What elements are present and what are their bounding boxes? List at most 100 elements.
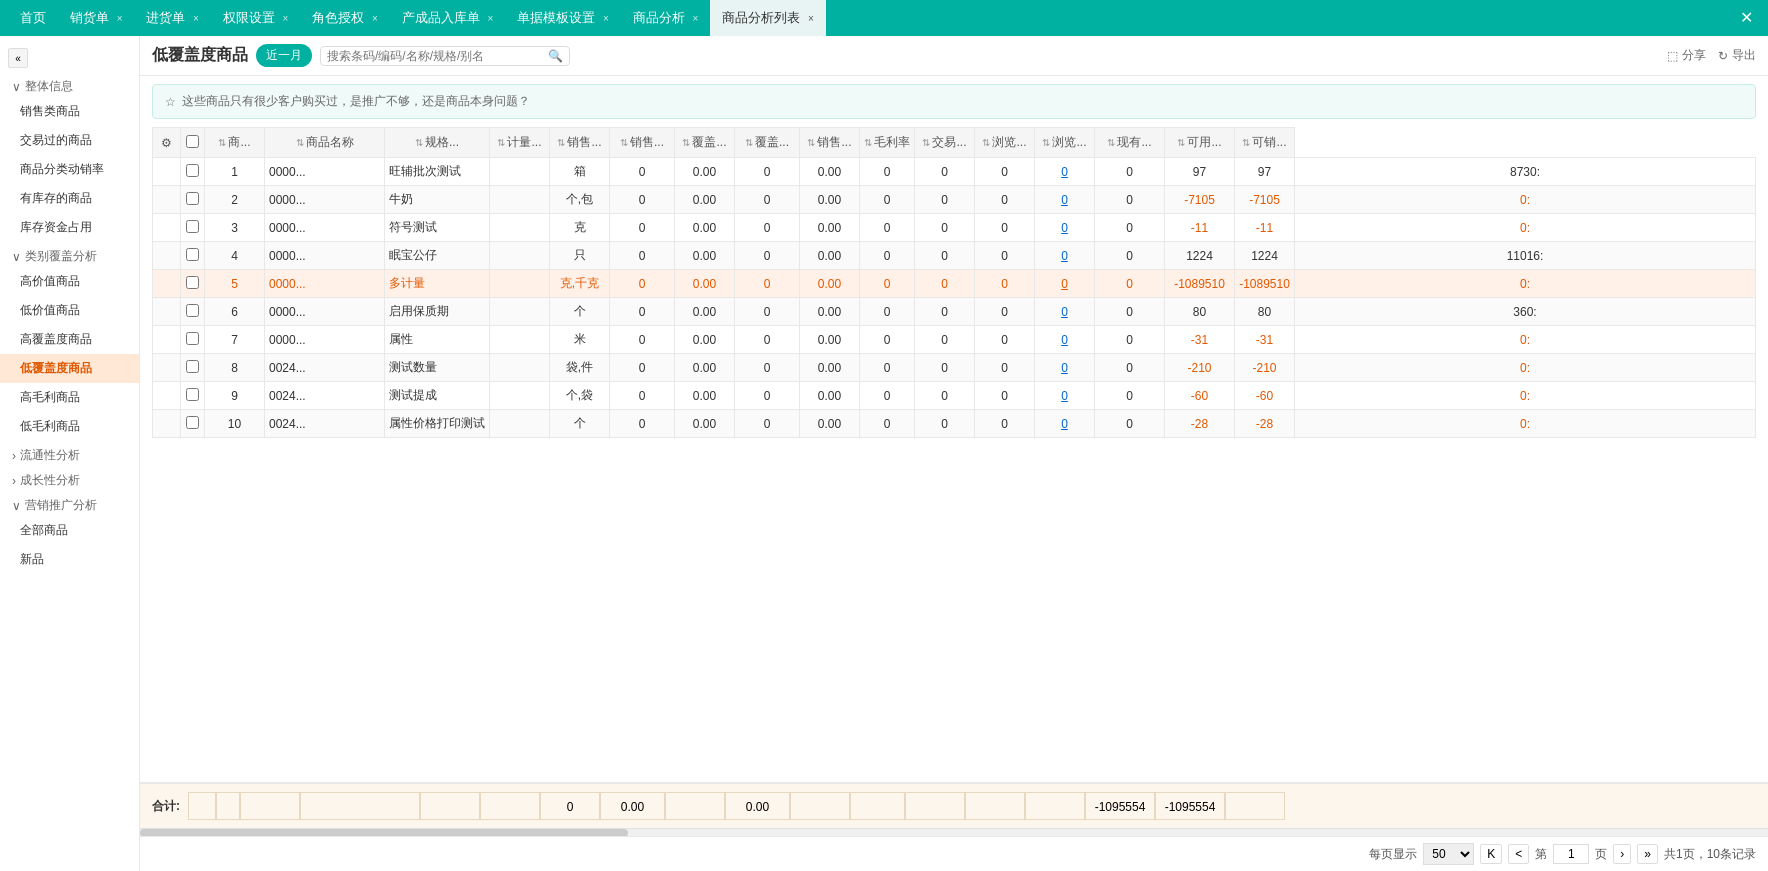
select-all-checkbox[interactable] [186,135,199,148]
filter-period-button[interactable]: 近一月 [256,44,312,67]
first-page-button[interactable]: K [1480,844,1502,864]
sidebar-section-growth[interactable]: › 成长性分析 [0,466,139,491]
next-page-button[interactable]: › [1613,844,1631,864]
row-view1[interactable]: 0 [1035,186,1095,214]
row-view1[interactable]: 0 [1035,354,1095,382]
row-checkbox[interactable] [181,382,205,410]
row-checkbox[interactable] [181,270,205,298]
row-view1[interactable]: 0 [1035,410,1095,438]
row-select-checkbox[interactable] [186,192,199,205]
sidebar-item-all-goods[interactable]: 全部商品 [0,516,139,545]
row-select-checkbox[interactable] [186,248,199,261]
nav-close-analysis[interactable]: × [692,13,698,24]
sidebar-section-marketing[interactable]: ∨ 营销推广分析 [0,491,139,516]
nav-item-home[interactable]: 首页 [8,0,58,36]
nav-close-purchase[interactable]: × [193,13,199,24]
nav-item-template[interactable]: 单据模板设置 × [505,0,620,36]
th-cover2[interactable]: ⇅覆盖... [735,128,800,158]
row-select-checkbox[interactable] [186,360,199,373]
row-view1[interactable]: 0 [1035,214,1095,242]
th-stock-cur[interactable]: ⇅现有... [1095,128,1165,158]
row-select-checkbox[interactable] [186,388,199,401]
row-checkbox[interactable] [181,410,205,438]
sidebar-item-traded-goods[interactable]: 交易过的商品 [0,126,139,155]
prev-page-button[interactable]: < [1508,844,1529,864]
th-spec[interactable]: ⇅规格... [385,128,490,158]
sidebar-section-coverage[interactable]: ∨ 类别覆盖分析 [0,242,139,267]
row-view1[interactable]: 0 [1035,242,1095,270]
search-icon[interactable]: 🔍 [548,49,563,63]
row-view1[interactable]: 0 [1035,270,1095,298]
row-select-checkbox[interactable] [186,220,199,233]
row-select-checkbox[interactable] [186,276,199,289]
sidebar-item-category-turnover[interactable]: 商品分类动销率 [0,155,139,184]
nav-close-roles[interactable]: × [372,13,378,24]
row-view1[interactable]: 0 [1035,326,1095,354]
scrollbar[interactable] [140,828,1768,836]
row-view1[interactable]: 0 [1035,382,1095,410]
nav-close-production[interactable]: × [488,13,494,24]
row-select-checkbox[interactable] [186,332,199,345]
nav-close-sales[interactable]: × [117,13,123,24]
sidebar-item-new-goods[interactable]: 新品 [0,545,139,574]
sidebar-item-low-profit[interactable]: 低毛利商品 [0,412,139,441]
nav-item-roles[interactable]: 角色授权 × [300,0,389,36]
nav-item-production[interactable]: 产成品入库单 × [390,0,505,36]
sidebar-item-low-value[interactable]: 低价值商品 [0,296,139,325]
row-checkbox[interactable] [181,298,205,326]
sidebar-item-low-coverage[interactable]: 低覆盖度商品 [0,354,139,383]
th-sale-qty[interactable]: ⇅销售... [550,128,610,158]
row-select-checkbox[interactable] [186,164,199,177]
row-view1[interactable]: 0 [1035,158,1095,186]
row-checkbox[interactable] [181,158,205,186]
th-settings[interactable]: ⚙ [153,128,181,158]
nav-close-permissions[interactable]: × [283,13,289,24]
nav-item-analysis[interactable]: 商品分析 × [621,0,710,36]
th-view1[interactable]: ⇅浏览... [975,128,1035,158]
sidebar-item-high-value[interactable]: 高价值商品 [0,267,139,296]
sidebar-item-in-stock-goods[interactable]: 有库存的商品 [0,184,139,213]
th-sale-val[interactable]: ⇅销售... [800,128,860,158]
page-input[interactable] [1553,844,1589,864]
nav-close-analysis-list[interactable]: × [808,13,814,24]
th-stock-avail[interactable]: ⇅可用... [1165,128,1235,158]
row-view1[interactable]: 0 [1035,298,1095,326]
nav-item-sales[interactable]: 销货单 × [58,0,134,36]
window-close-button[interactable]: ✕ [1732,4,1760,32]
th-stock-sale[interactable]: ⇅可销... [1235,128,1295,158]
sidebar-item-sales-goods[interactable]: 销售类商品 [0,97,139,126]
sidebar-collapse-button[interactable]: « [8,48,28,68]
export-button[interactable]: ↻ 导出 [1718,47,1756,64]
th-name[interactable]: ⇅商品名称 [265,128,385,158]
last-page-button[interactable]: » [1637,844,1658,864]
row-checkbox[interactable] [181,214,205,242]
sidebar-item-high-coverage[interactable]: 高覆盖度商品 [0,325,139,354]
th-gross-rate[interactable]: ⇅毛利率 [860,128,915,158]
share-button[interactable]: ⬚ 分享 [1667,47,1706,64]
row-select-checkbox[interactable] [186,416,199,429]
th-sale-amount[interactable]: ⇅销售... [610,128,675,158]
search-input[interactable] [327,49,548,63]
per-page-select[interactable]: 50 100 200 [1423,843,1474,865]
th-cover1[interactable]: ⇅覆盖... [675,128,735,158]
row-checkbox[interactable] [181,186,205,214]
sidebar-section-liquidity[interactable]: › 流通性分析 [0,441,139,466]
nav-item-purchase[interactable]: 进货单 × [134,0,210,36]
th-unit[interactable]: ⇅计量... [490,128,550,158]
sidebar-item-high-profit[interactable]: 高毛利商品 [0,383,139,412]
row-stock-avail: -7105 [1235,186,1295,214]
nav-item-permissions[interactable]: 权限设置 × [211,0,300,36]
sidebar-item-inventory-capital[interactable]: 库存资金占用 [0,213,139,242]
sidebar-section-overview[interactable]: ∨ 整体信息 [0,72,139,97]
row-select-checkbox[interactable] [186,304,199,317]
th-checkbox[interactable] [181,128,205,158]
row-checkbox[interactable] [181,242,205,270]
nav-item-analysis-list[interactable]: 商品分析列表 × [710,0,825,36]
row-checkbox[interactable] [181,326,205,354]
star-icon: ☆ [165,95,176,109]
th-code[interactable]: ⇅商... [205,128,265,158]
nav-close-template[interactable]: × [603,13,609,24]
row-checkbox[interactable] [181,354,205,382]
th-view2[interactable]: ⇅浏览... [1035,128,1095,158]
th-trade[interactable]: ⇅交易... [915,128,975,158]
